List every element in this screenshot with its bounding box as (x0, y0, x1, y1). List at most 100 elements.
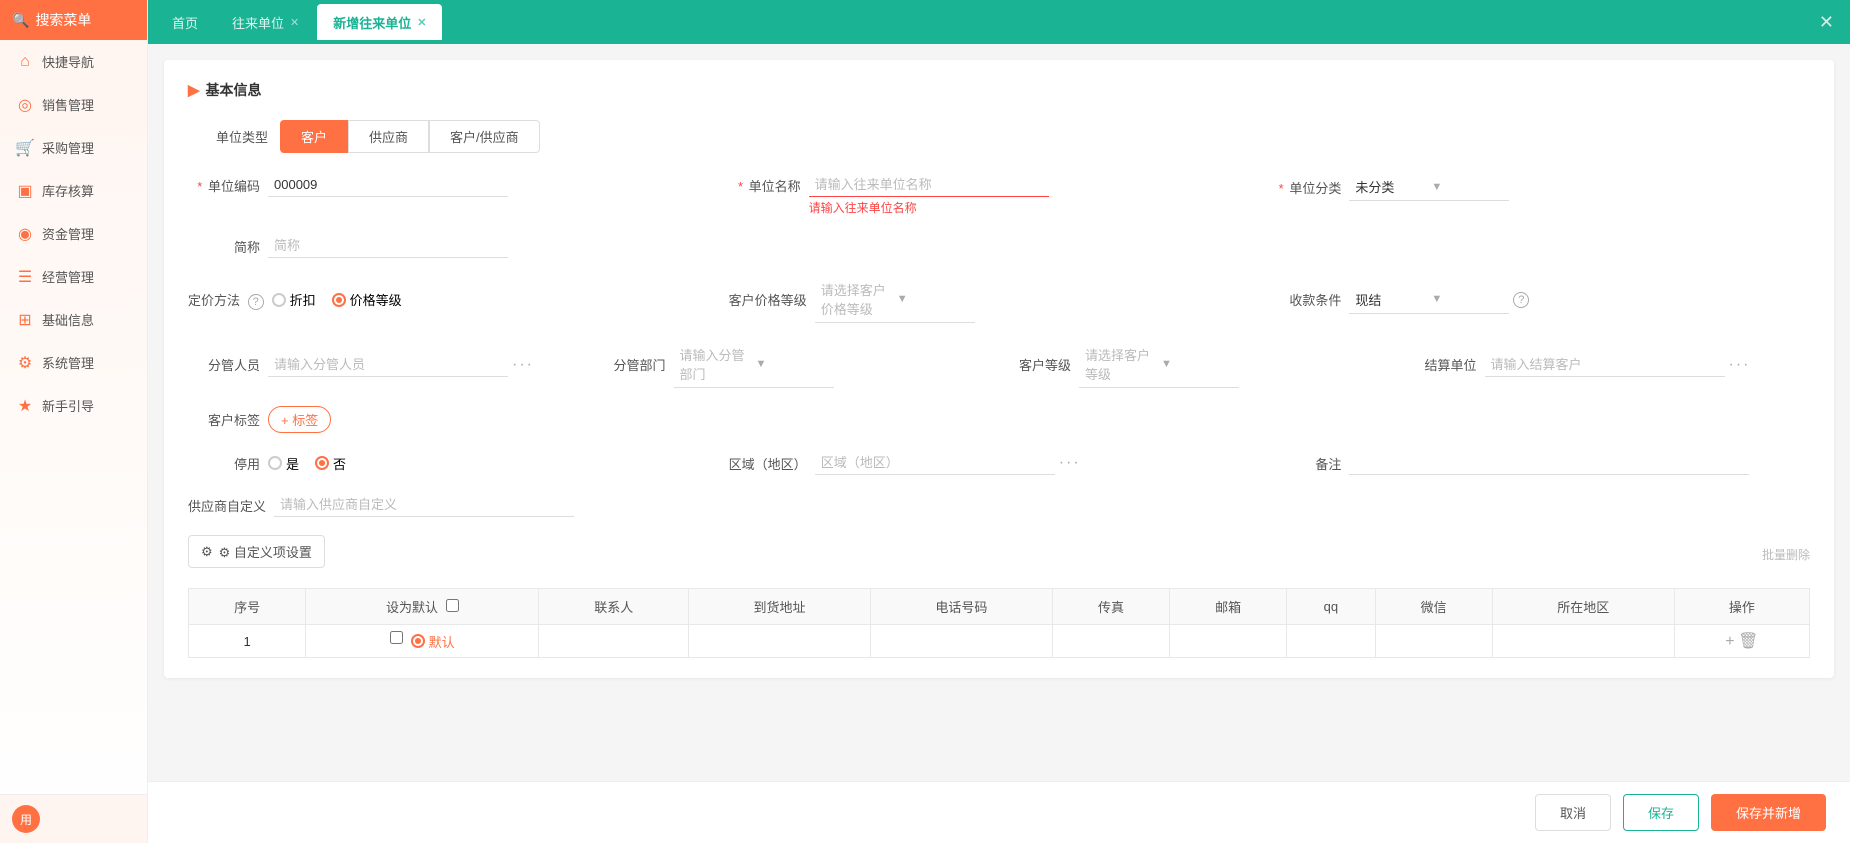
table-header-row: 序号 设为默认 联系人 到货地址 电话号码 传真 邮箱 qq 微信 所在地区 (189, 589, 1810, 625)
unit-code-input[interactable] (268, 173, 508, 197)
disabled-no-radio-circle (315, 456, 329, 470)
tab-partner[interactable]: 往来单位 ✕ (216, 4, 315, 40)
form-row-3: 定价方法 ? 折扣 价格等级 客户 (188, 276, 1810, 323)
add-tag-button[interactable]: + 标签 (268, 406, 331, 433)
sidebar-item-label: 采购管理 (42, 138, 94, 157)
region-more-button[interactable]: ··· (1055, 454, 1085, 472)
row-no: 1 (189, 625, 306, 658)
custom-settings-button[interactable]: ⚙ ⚙ 自定义项设置 (188, 535, 325, 568)
gear-icon: ⚙ (201, 544, 213, 560)
remarks-input[interactable] (1349, 451, 1749, 475)
settlement-more-button[interactable]: ··· (1725, 356, 1755, 374)
sidebar-item-purchase[interactable]: 🛒 采购管理 (0, 126, 147, 169)
sales-icon: ◎ (16, 96, 34, 114)
col-email: 邮箱 (1170, 589, 1287, 625)
sidebar-item-label: 快捷导航 (42, 52, 94, 71)
disabled-radio-group: 是 否 (268, 454, 346, 473)
settlement-label: 结算单位 (1405, 355, 1485, 374)
form-row-1: * 单位编码 * 单位名称 请输入往来单位 (188, 173, 1810, 216)
sidebar-item-label: 基础信息 (42, 310, 94, 329)
unit-category-field: * 单位分类 未分类 ▼ (1269, 173, 1810, 201)
unit-name-input[interactable] (809, 173, 1049, 197)
supplier-custom-input[interactable] (274, 493, 574, 517)
form-row-4: 分管人员 ··· 分管部门 请输入分管部门 ▼ 客户等级 请选择客户等级 ▼ (188, 341, 1810, 388)
department-label: 分管部门 (594, 355, 674, 374)
batch-delete-button[interactable]: 批量删除 (1762, 546, 1810, 563)
row-address (689, 625, 871, 658)
customer-level-label: 客户等级 (999, 355, 1079, 374)
row-email (1170, 625, 1287, 658)
close-new-partner-tab-icon[interactable]: ✕ (417, 16, 426, 29)
payment-help-icon[interactable]: ? (1513, 292, 1529, 308)
supplier-type-button[interactable]: 供应商 (348, 120, 429, 153)
save-new-button[interactable]: 保存并新增 (1711, 794, 1826, 831)
price-level-radio-circle (332, 293, 346, 307)
row-qq (1287, 625, 1375, 658)
sidebar-item-finance[interactable]: ◉ 资金管理 (0, 212, 147, 255)
col-contact: 联系人 (539, 589, 689, 625)
table-row: 1 默认 (189, 625, 1810, 658)
tab-home[interactable]: 首页 (156, 4, 214, 40)
customer-tag-label: 客户标签 (188, 410, 268, 429)
price-level-radio[interactable]: 价格等级 (332, 290, 402, 309)
sidebar-item-guide[interactable]: ★ 新手引导 (0, 384, 147, 427)
save-button[interactable]: 保存 (1623, 794, 1699, 831)
customer-level-select[interactable]: 请选择客户等级 ▼ (1079, 341, 1239, 388)
payment-terms-select[interactable]: 现结 ▼ (1349, 286, 1509, 314)
customer-type-button[interactable]: 客户 (280, 120, 348, 153)
sidebar: 🔍 搜索菜单 ⌂ 快捷导航 ◎ 销售管理 🛒 采购管理 ▣ 库存核算 ◉ 资金管… (0, 0, 148, 843)
custom-settings-label: ⚙ 自定义项设置 (219, 542, 312, 561)
remarks-label: 备注 (1269, 454, 1349, 473)
form-row-6: 停用 是 否 区域（地区） ··· (188, 451, 1810, 475)
both-type-button[interactable]: 客户/供应商 (429, 120, 540, 153)
sidebar-item-quick-nav[interactable]: ⌂ 快捷导航 (0, 40, 147, 83)
tab-new-partner[interactable]: 新增往来单位 ✕ (317, 4, 442, 40)
region-input[interactable] (815, 451, 1055, 475)
settlement-field: 结算单位 ··· (1405, 353, 1811, 377)
col-phone: 电话号码 (870, 589, 1052, 625)
sidebar-item-sales[interactable]: ◎ 销售管理 (0, 83, 147, 126)
unit-category-select[interactable]: 未分类 ▼ (1349, 173, 1509, 201)
row-default-radio[interactable]: 默认 (411, 632, 455, 651)
cancel-button[interactable]: 取消 (1535, 794, 1611, 831)
tab-bar-close-all[interactable]: ✕ (1811, 8, 1842, 37)
search-icon: 🔍 (12, 12, 29, 29)
col-region: 所在地区 (1492, 589, 1674, 625)
row-region (1492, 625, 1674, 658)
tab-home-label: 首页 (172, 13, 198, 32)
sidebar-item-operations[interactable]: ☰ 经营管理 (0, 255, 147, 298)
close-partner-tab-icon[interactable]: ✕ (290, 16, 299, 29)
sidebar-item-basic[interactable]: ⊞ 基础信息 (0, 298, 147, 341)
department-select[interactable]: 请输入分管部门 ▼ (674, 341, 834, 388)
chevron-down-icon: ▼ (1431, 181, 1503, 193)
customer-price-level-label: 客户价格等级 (729, 290, 815, 309)
table-body: 1 默认 (189, 625, 1810, 658)
add-row-button[interactable]: + (1725, 633, 1734, 651)
sidebar-item-inventory[interactable]: ▣ 库存核算 (0, 169, 147, 212)
short-name-input[interactable] (268, 234, 508, 258)
row-contact (539, 625, 689, 658)
disabled-yes-radio[interactable]: 是 (268, 454, 299, 473)
manager-more-button[interactable]: ··· (508, 356, 538, 374)
search-menu[interactable]: 🔍 搜索菜单 (0, 0, 147, 40)
pricing-help-icon[interactable]: ? (248, 294, 264, 310)
select-all-checkbox[interactable] (446, 599, 459, 612)
customer-price-level-select[interactable]: 请选择客户价格等级 ▼ (815, 276, 975, 323)
delete-row-button[interactable]: 🗑 (1738, 631, 1758, 651)
main-area: 首页 往来单位 ✕ 新增往来单位 ✕ ✕ ▶ 基本信息 单位类型 客户 供应商 … (148, 0, 1850, 843)
tab-partner-label: 往来单位 (232, 13, 284, 32)
disabled-no-radio[interactable]: 否 (315, 454, 346, 473)
system-icon: ⚙ (16, 354, 34, 372)
col-action: 操作 (1674, 589, 1809, 625)
row-actions: + 🗑 (1674, 625, 1809, 658)
sidebar-item-label: 资金管理 (42, 224, 94, 243)
chevron-down-icon: ▼ (1431, 293, 1503, 305)
unit-code-field: * 单位编码 (188, 173, 729, 197)
manager-input[interactable] (268, 353, 508, 377)
sidebar-item-system[interactable]: ⚙ 系统管理 (0, 341, 147, 384)
discount-radio[interactable]: 折扣 (272, 290, 316, 309)
row-checkbox[interactable] (390, 631, 403, 644)
unit-type-row: 单位类型 客户 供应商 客户/供应商 (188, 120, 1810, 153)
settlement-input[interactable] (1485, 353, 1725, 377)
manager-label: 分管人员 (188, 355, 268, 374)
